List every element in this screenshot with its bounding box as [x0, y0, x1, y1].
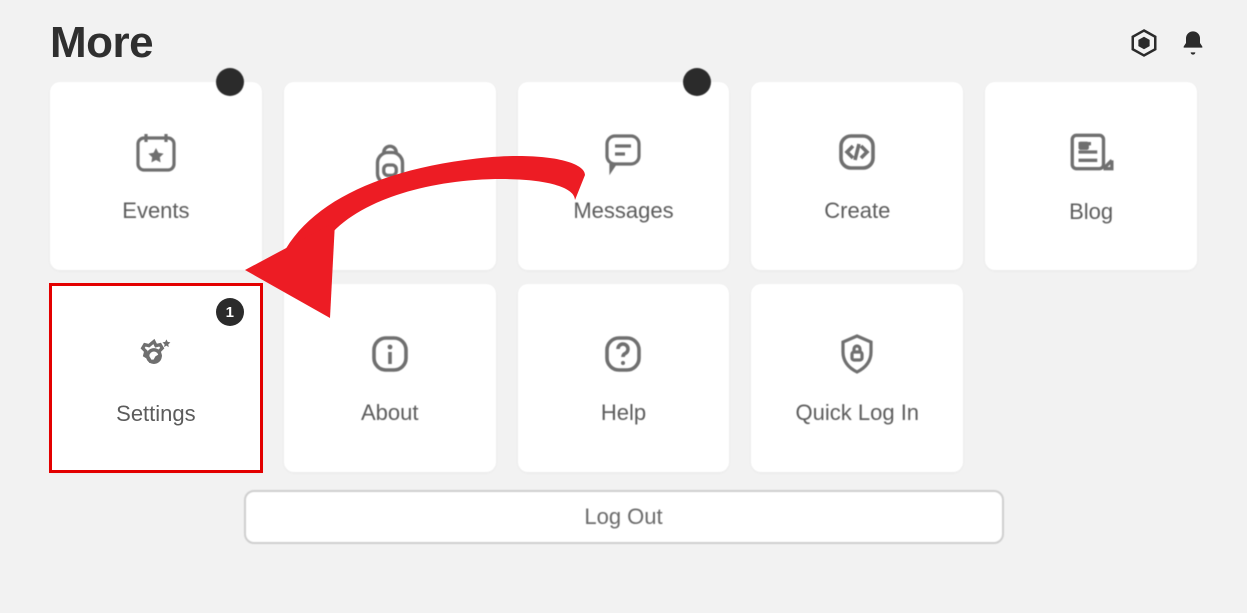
tile-messages[interactable]: Messages [518, 82, 730, 270]
bell-icon[interactable] [1179, 29, 1207, 57]
code-icon [833, 128, 881, 176]
badge [216, 68, 244, 96]
message-icon [599, 128, 647, 176]
tile-label: Create [824, 198, 890, 224]
logout-wrap: Log Out [0, 472, 1247, 544]
question-icon [599, 330, 647, 378]
tile-events[interactable]: Events [50, 82, 262, 270]
tile-label: Events [122, 198, 189, 224]
gear-icon [131, 329, 181, 379]
header: More [0, 0, 1247, 78]
tile-label: Help [601, 400, 646, 426]
tile-create[interactable]: Create [751, 82, 963, 270]
info-icon [366, 330, 414, 378]
logout-button[interactable]: Log Out [244, 490, 1004, 544]
calendar-star-icon [132, 128, 180, 176]
backpack-icon [365, 140, 415, 190]
news-icon [1066, 127, 1116, 177]
badge: 1 [216, 298, 244, 326]
tile-blog[interactable]: Blog [985, 82, 1197, 270]
tile-label: Blog [1069, 199, 1113, 225]
tile-label: Messages [573, 198, 673, 224]
tile-help[interactable]: Help [518, 284, 730, 472]
tile-quick-login[interactable]: Quick Log In [751, 284, 963, 472]
tile-settings[interactable]: 1 Settings [50, 284, 262, 472]
badge [683, 68, 711, 96]
empty-cell [985, 284, 1197, 472]
tile-about[interactable]: About [284, 284, 496, 472]
tile-grid-row-2: 1 Settings About Help [0, 274, 1247, 472]
tile-label: About [361, 400, 419, 426]
tile-inventory[interactable] [284, 82, 496, 270]
tile-label: Settings [116, 401, 196, 427]
robux-icon[interactable] [1129, 28, 1159, 58]
header-icons [1129, 28, 1207, 58]
shield-lock-icon [833, 330, 881, 378]
page-title: More [50, 18, 153, 68]
tile-grid-row-1: Events Messages C [0, 78, 1247, 270]
tile-label: Quick Log In [796, 400, 920, 426]
